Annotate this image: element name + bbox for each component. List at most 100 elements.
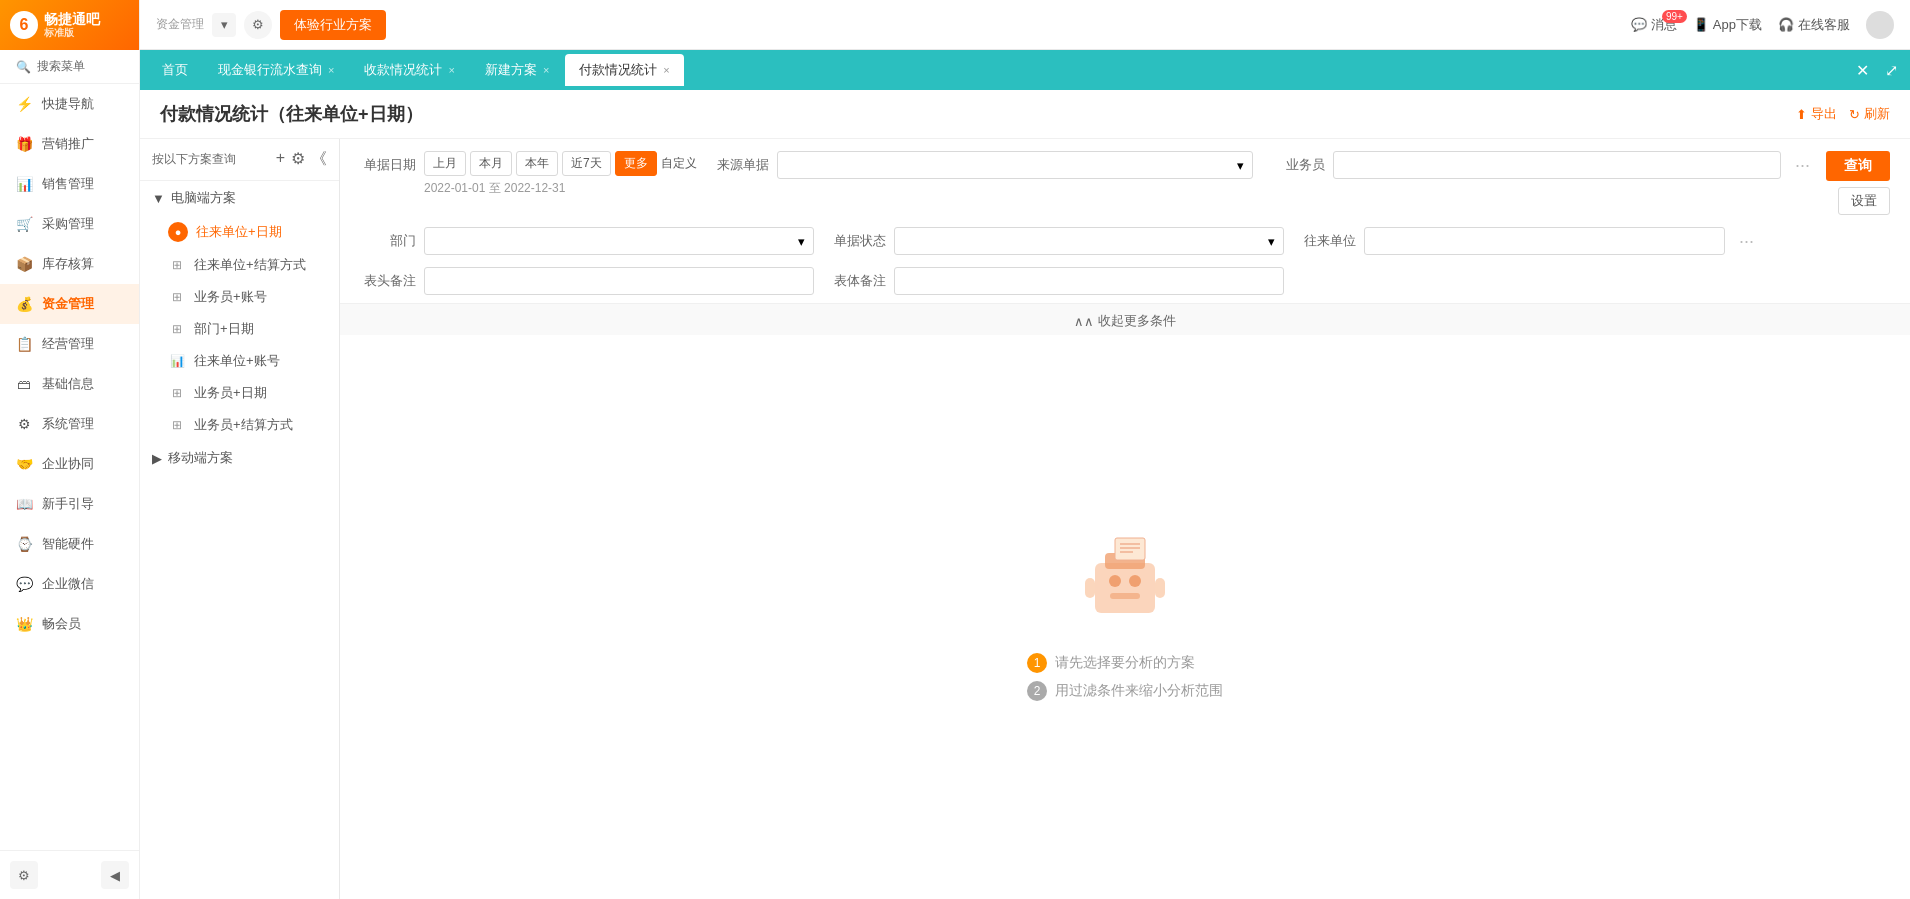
system-icon: ⚙ xyxy=(14,414,34,434)
filter-area: 单据日期 上月 本月 本年 近7天 更多 自定义 20 xyxy=(340,139,1910,335)
sidebar-item-label: 库存核算 xyxy=(42,255,94,273)
online-service-btn[interactable]: 🎧 在线客服 xyxy=(1778,16,1850,34)
solution-add-btn[interactable]: + xyxy=(276,149,285,170)
tabs-expand-btn[interactable]: ⤢ xyxy=(1881,59,1902,82)
svg-rect-6 xyxy=(1155,578,1165,598)
breadcrumb-dropdown[interactable]: ▾ xyxy=(212,13,236,37)
tab-payment-stats[interactable]: 付款情况统计 × xyxy=(565,54,683,86)
sidebar-item-purchase[interactable]: 🛒 采购管理 xyxy=(0,204,139,244)
tabs-close-btn[interactable]: ✕ xyxy=(1852,59,1873,82)
purchase-icon: 🛒 xyxy=(14,214,34,234)
chevron-down-icon: ▼ xyxy=(152,191,165,206)
app-download-btn[interactable]: 📱 App下载 xyxy=(1693,16,1762,34)
page-header-actions: ⬆ 导出 ↻ 刷新 xyxy=(1796,105,1890,123)
header-note-input[interactable] xyxy=(424,267,814,295)
content-body: 按以下方案查询 + ⚙ 《 ▼ 电脑端方案 ● 往来单位+日期 ⊞ xyxy=(140,139,1910,899)
tab-cash-flow-close[interactable]: × xyxy=(328,64,334,76)
sidebar-item-finance[interactable]: 💰 资金管理 xyxy=(0,284,139,324)
topbar-settings-btn[interactable]: ⚙ xyxy=(244,11,272,39)
sidebar-item-basic-info[interactable]: 🗃 基础信息 xyxy=(0,364,139,404)
doc-status-select[interactable]: ▾ xyxy=(894,227,1284,255)
solution-item-partner-settlement[interactable]: ⊞ 往来单位+结算方式 xyxy=(140,249,339,281)
tab-cash-flow[interactable]: 现金银行流水查询 × xyxy=(204,54,348,86)
tab-new-scheme-close[interactable]: × xyxy=(543,64,549,76)
solution-collapse-btn[interactable]: 《 xyxy=(311,149,327,170)
solution-item-partner-account[interactable]: 📊 往来单位+账号 xyxy=(140,345,339,377)
empty-tip-1: 1 请先选择要分析的方案 xyxy=(1027,653,1223,673)
query-btn[interactable]: 查询 xyxy=(1826,151,1890,181)
sidebar-item-label: 智能硬件 xyxy=(42,535,94,553)
date-btn-this-month[interactable]: 本月 xyxy=(470,151,512,176)
date-custom-label[interactable]: 自定义 xyxy=(661,155,697,172)
filter-settings-btn[interactable]: 设置 xyxy=(1838,187,1890,215)
solution-item-staff-account[interactable]: ⊞ 业务员+账号 xyxy=(140,281,339,313)
search-icon: 🔍 xyxy=(16,60,31,74)
staff-select[interactable] xyxy=(1333,151,1781,179)
sidebar-item-cooperation[interactable]: 🤝 企业协同 xyxy=(0,444,139,484)
solution-item-staff-settlement[interactable]: ⊞ 业务员+结算方式 xyxy=(140,409,339,441)
partner-more-btn[interactable]: ··· xyxy=(1739,231,1754,252)
tab-new-scheme-label: 新建方案 xyxy=(485,61,537,79)
export-icon: ⬆ xyxy=(1796,107,1807,122)
messages-btn[interactable]: 💬 消息 99+ xyxy=(1631,16,1677,34)
dropdown-arrow-icon: ▾ xyxy=(1237,158,1244,173)
sidebar-item-label: 基础信息 xyxy=(42,375,94,393)
empty-state: 1 请先选择要分析的方案 2 用过滤条件来缩小分析范围 xyxy=(340,335,1910,899)
sidebar-item-vip[interactable]: 👑 畅会员 xyxy=(0,604,139,644)
sidebar-collapse-btn[interactable]: ◀ xyxy=(101,861,129,889)
sidebar-item-operation[interactable]: 📋 经营管理 xyxy=(0,324,139,364)
sidebar-item-sales[interactable]: 📊 销售管理 xyxy=(0,164,139,204)
date-btn-this-year[interactable]: 本年 xyxy=(516,151,558,176)
tab-collection-stats[interactable]: 收款情况统计 × xyxy=(350,54,468,86)
partner-label: 往来单位 xyxy=(1300,232,1356,250)
search-menu[interactable]: 🔍 搜索菜单 xyxy=(0,50,139,84)
tab-collection-stats-label: 收款情况统计 xyxy=(364,61,442,79)
solution-settings-btn[interactable]: ⚙ xyxy=(291,149,305,170)
export-btn[interactable]: ⬆ 导出 xyxy=(1796,105,1837,123)
tab-home[interactable]: 首页 xyxy=(148,54,202,86)
collapse-more-btn[interactable]: ∧∧ 收起更多条件 xyxy=(340,303,1910,338)
tab-payment-stats-close[interactable]: × xyxy=(663,64,669,76)
body-note-input[interactable] xyxy=(894,267,1284,295)
topbar-right: 💬 消息 99+ 📱 App下载 🎧 在线客服 xyxy=(1631,11,1894,39)
sidebar-settings-btn[interactable]: ⚙ xyxy=(10,861,38,889)
solution-item-label: 往来单位+日期 xyxy=(196,223,282,241)
solution-item-dept-date[interactable]: ⊞ 部门+日期 xyxy=(140,313,339,345)
solution-item-partner-date[interactable]: ● 往来单位+日期 xyxy=(140,215,339,249)
page-content: 付款情况统计（往来单位+日期） ⬆ 导出 ↻ 刷新 按以下方案查询 + xyxy=(140,90,1910,899)
trial-btn[interactable]: 体验行业方案 xyxy=(280,10,386,40)
page-header: 付款情况统计（往来单位+日期） ⬆ 导出 ↻ 刷新 xyxy=(140,90,1910,139)
solution-item-staff-date[interactable]: ⊞ 业务员+日期 xyxy=(140,377,339,409)
filter-actions: 查询 设置 xyxy=(1826,151,1890,215)
date-btn-last7[interactable]: 近7天 xyxy=(562,151,611,176)
sidebar-item-label: 采购管理 xyxy=(42,215,94,233)
date-btn-more[interactable]: 更多 xyxy=(615,151,657,176)
topbar: 资金管理 ▾ ⚙ 体验行业方案 💬 消息 99+ 📱 App下载 🎧 在线客服 xyxy=(140,0,1910,50)
vip-icon: 👑 xyxy=(14,614,34,634)
cooperation-icon: 🤝 xyxy=(14,454,34,474)
user-avatar[interactable] xyxy=(1866,11,1894,39)
sidebar-item-wechat[interactable]: 💬 企业微信 xyxy=(0,564,139,604)
app-sub-label: 标准版 xyxy=(44,27,100,39)
tab-collection-stats-close[interactable]: × xyxy=(448,64,454,76)
sidebar-item-marketing[interactable]: 🎁 营销推广 xyxy=(0,124,139,164)
sidebar-item-inventory[interactable]: 📦 库存核算 xyxy=(0,244,139,284)
dept-select[interactable]: ▾ xyxy=(424,227,814,255)
date-btn-last-month[interactable]: 上月 xyxy=(424,151,466,176)
sidebar-item-system[interactable]: ⚙ 系统管理 xyxy=(0,404,139,444)
tab-new-scheme[interactable]: 新建方案 × xyxy=(471,54,563,86)
sidebar-item-quick-nav[interactable]: ⚡ 快捷导航 xyxy=(0,84,139,124)
sidebar-item-label: 营销推广 xyxy=(42,135,94,153)
sidebar-item-hardware[interactable]: ⌚ 智能硬件 xyxy=(0,524,139,564)
chevron-right-icon: ▶ xyxy=(152,451,162,466)
solution-item-icon: ⊞ xyxy=(168,384,186,402)
partner-select[interactable] xyxy=(1364,227,1725,255)
marketing-icon: 🎁 xyxy=(14,134,34,154)
source-doc-select[interactable]: ▾ xyxy=(777,151,1254,179)
solution-desktop-group[interactable]: ▼ 电脑端方案 xyxy=(140,181,339,215)
staff-more-btn[interactable]: ··· xyxy=(1795,155,1810,176)
refresh-btn[interactable]: ↻ 刷新 xyxy=(1849,105,1890,123)
date-label: 单据日期 xyxy=(360,156,416,174)
solution-mobile-group[interactable]: ▶ 移动端方案 xyxy=(140,441,339,475)
sidebar-item-guide[interactable]: 📖 新手引导 xyxy=(0,484,139,524)
